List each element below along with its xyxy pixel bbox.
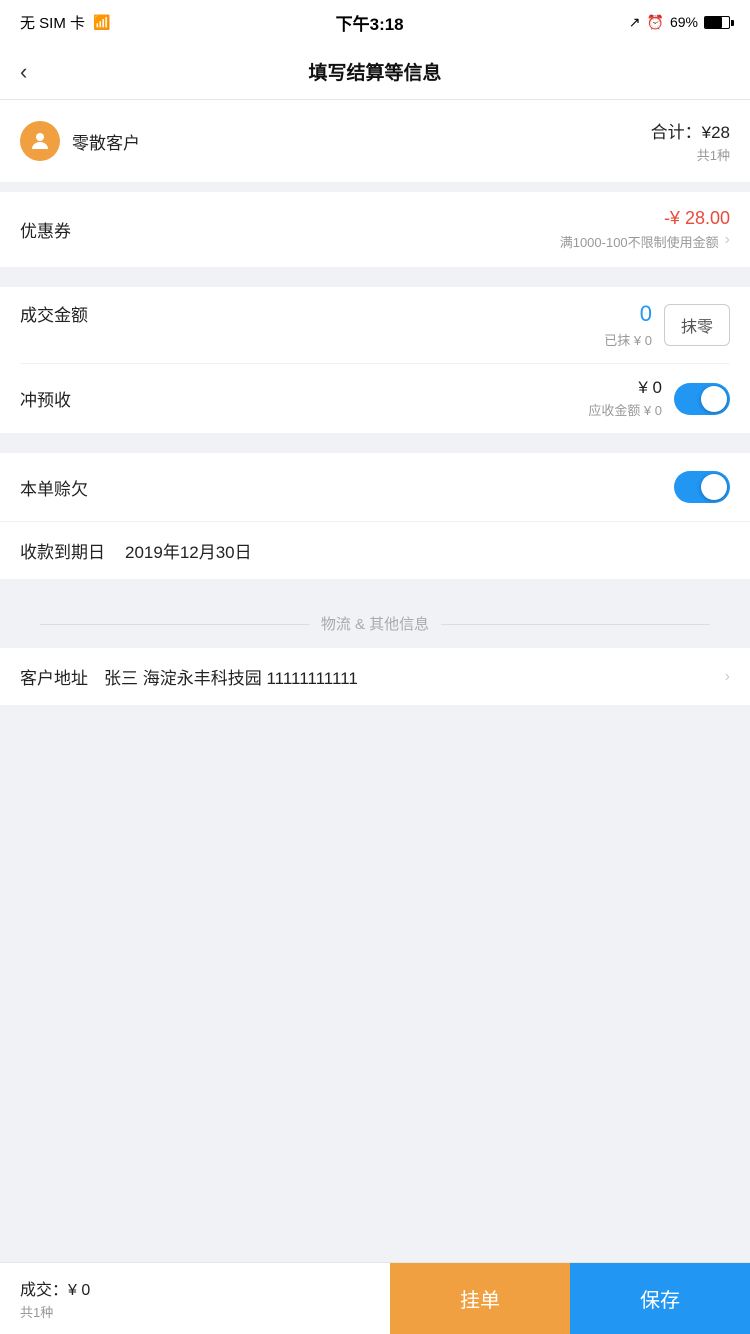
battery-percent: 69% (670, 14, 698, 30)
back-button[interactable]: ‹ (20, 59, 27, 85)
deal-amount-row: 成交金额 0 已抹 ¥ 0 抹零 (0, 287, 750, 363)
prereceive-label: 冲预收 (20, 386, 71, 411)
coupon-row[interactable]: 优惠券 -¥ 28.00 满1000-100不限制使用金额 › (0, 192, 750, 267)
debt-toggle[interactable] (674, 471, 730, 503)
deal-value: 0 (604, 301, 652, 327)
deal-sub: 已抹 ¥ 0 (604, 330, 652, 349)
bottom-deal-amount: 成交：¥ 0 (20, 1276, 370, 1300)
section-separator-1 (0, 277, 750, 287)
bottom-count: 共1种 (20, 1302, 370, 1321)
address-card: 客户地址 张三 海淀永丰科技园 11111111111 › (0, 648, 750, 705)
battery-icon (704, 16, 730, 29)
debt-row: 本单赊欠 (0, 453, 750, 521)
prereceive-sub: 应收金额 ¥ 0 (588, 400, 662, 419)
bottom-deal-label: 成交： (20, 1282, 68, 1299)
customer-left: 零散客户 (20, 121, 140, 161)
customer-row: 零散客户 合计：¥28 共1种 (0, 100, 750, 182)
toggle-knob (701, 386, 727, 412)
deal-amount-card: 成交金额 0 已抹 ¥ 0 抹零 冲预收 ¥ 0 应收金额 ¥ 0 (0, 287, 750, 433)
coupon-card: 优惠券 -¥ 28.00 满1000-100不限制使用金额 › (0, 192, 750, 267)
bottom-summary: 成交：¥ 0 共1种 (0, 1276, 390, 1321)
address-row[interactable]: 客户地址 张三 海淀永丰科技园 11111111111 › (0, 648, 750, 705)
chevron-right-icon: › (725, 231, 730, 249)
deal-amount-right: 0 已抹 ¥ 0 抹零 (604, 301, 730, 349)
debt-toggle-knob (701, 474, 727, 500)
content: 零散客户 合计：¥28 共1种 优惠券 -¥ 28.00 满1000-100不限… (0, 100, 750, 795)
coupon-label: 优惠券 (20, 217, 71, 242)
due-date-value[interactable]: 2019年12月30日 (125, 538, 252, 563)
due-date-row: 收款到期日 2019年12月30日 (0, 521, 750, 579)
status-bar: 无 SIM 卡 📶 下午3:18 ↗ ⏰ 69% (0, 0, 750, 44)
hold-order-button[interactable]: 挂单 (390, 1263, 570, 1334)
total-count: 共1种 (651, 145, 730, 164)
prereceive-row: 冲预收 ¥ 0 应收金额 ¥ 0 (0, 364, 750, 433)
coupon-right: -¥ 28.00 满1000-100不限制使用金额 › (560, 208, 730, 251)
total-amount: 合计：¥28 (651, 118, 730, 143)
due-date-label: 收款到期日 (20, 538, 105, 563)
customer-right: 合计：¥28 共1种 (651, 118, 730, 164)
customer-card: 零散客户 合计：¥28 共1种 (0, 100, 750, 182)
no-sim-label: 无 SIM 卡 (20, 12, 85, 33)
debt-label: 本单赊欠 (20, 475, 88, 500)
prereceive-toggle[interactable] (674, 383, 730, 415)
section-separator-2 (0, 443, 750, 453)
address-left: 客户地址 张三 海淀永丰科技园 11111111111 (20, 664, 358, 689)
nav-bar: ‹ 填写结算等信息 (0, 44, 750, 100)
deal-amount-label: 成交金额 (20, 301, 88, 326)
prereceive-right: ¥ 0 应收金额 ¥ 0 (588, 378, 730, 419)
coupon-desc: 满1000-100不限制使用金额 (560, 232, 719, 251)
page-title: 填写结算等信息 (308, 58, 441, 85)
avatar (20, 121, 60, 161)
bottom-actions: 挂单 保存 (390, 1263, 750, 1334)
status-time: 下午3:18 (336, 10, 404, 35)
status-left: 无 SIM 卡 📶 (20, 12, 110, 33)
save-button[interactable]: 保存 (570, 1263, 750, 1334)
address-value: 张三 海淀永丰科技园 11111111111 (104, 664, 358, 689)
debt-card: 本单赊欠 收款到期日 2019年12月30日 (0, 453, 750, 579)
customer-name: 零散客户 (72, 129, 140, 154)
coupon-amount: -¥ 28.00 (560, 208, 730, 229)
bottom-deal-value: ¥ 0 (68, 1282, 90, 1299)
section-separator-3 (0, 589, 750, 599)
location-icon: ↗ (629, 14, 641, 31)
section-header-text: 物流 & 其他信息 (309, 613, 441, 634)
prereceive-main: ¥ 0 (588, 378, 662, 398)
logistics-section-header: 物流 & 其他信息 (0, 599, 750, 648)
address-label: 客户地址 (20, 664, 88, 689)
deal-value-wrap: 0 已抹 ¥ 0 (604, 301, 652, 349)
wifi-icon: 📶 (93, 14, 110, 31)
prereceive-amounts: ¥ 0 应收金额 ¥ 0 (588, 378, 662, 419)
round-zero-button[interactable]: 抹零 (664, 304, 730, 346)
bottom-bar: 成交：¥ 0 共1种 挂单 保存 (0, 1262, 750, 1334)
address-chevron-icon: › (725, 668, 730, 686)
status-right: ↗ ⏰ 69% (629, 14, 730, 31)
alarm-icon: ⏰ (647, 14, 664, 31)
